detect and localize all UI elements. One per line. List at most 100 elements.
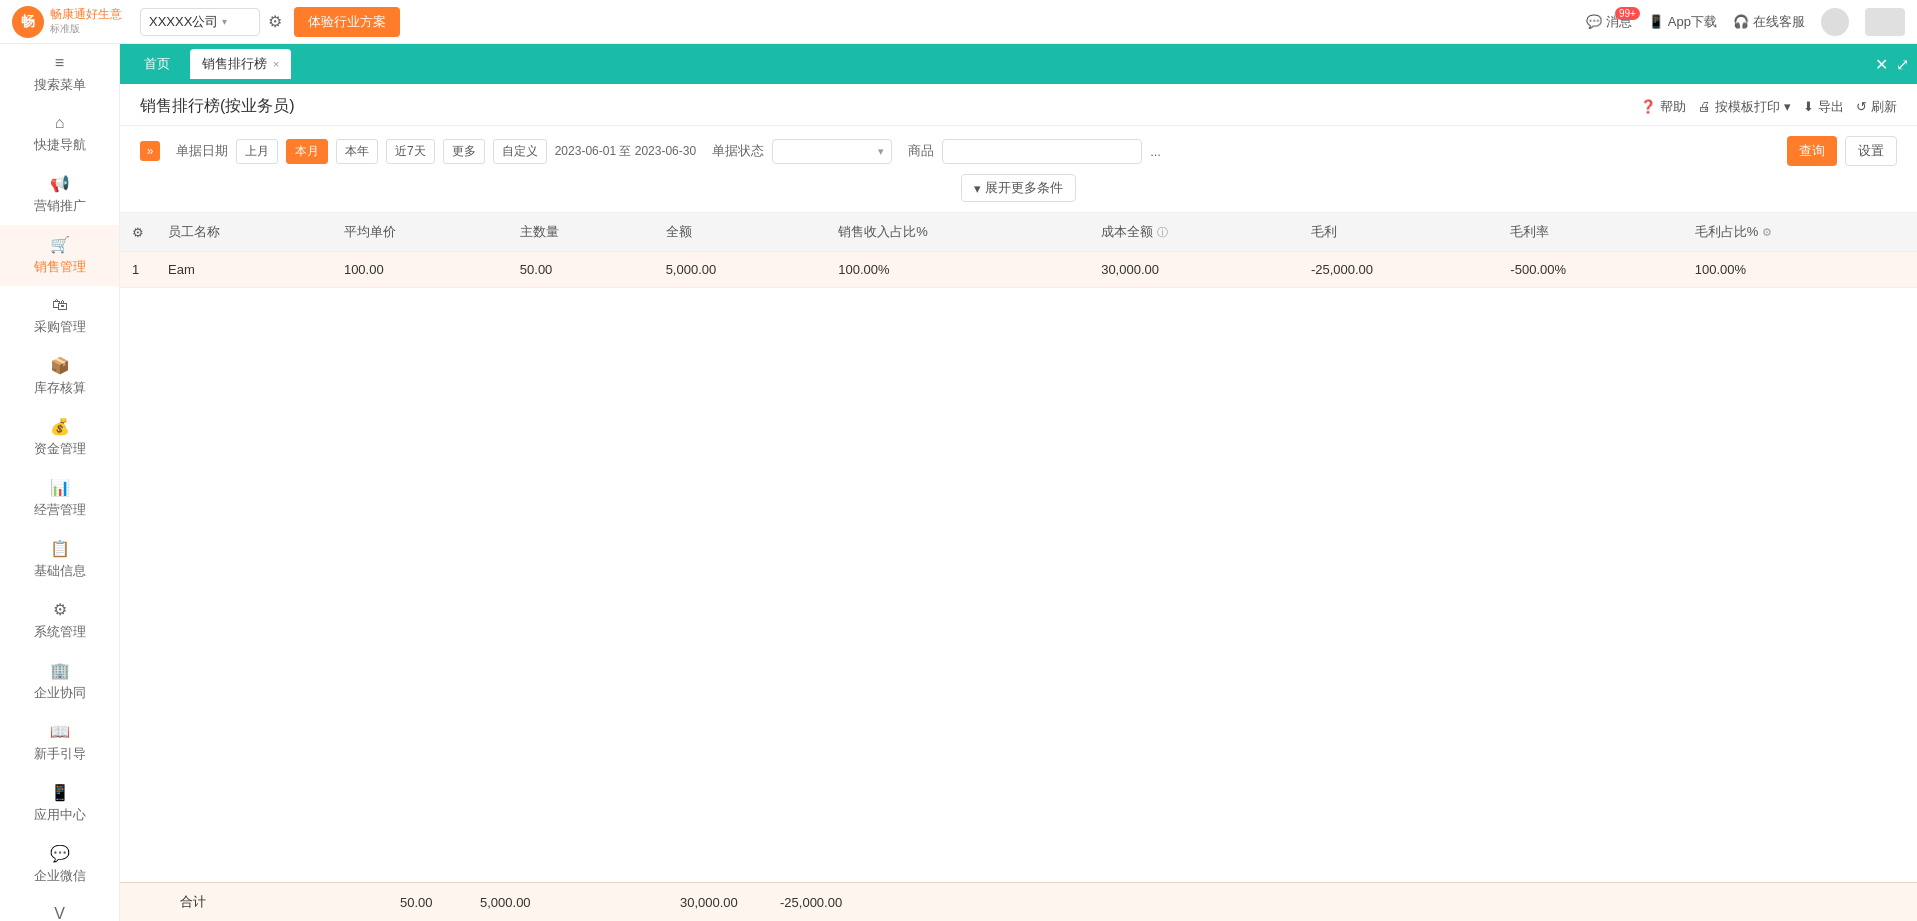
- cell-sales-pct: 100.00%: [826, 252, 1089, 288]
- filter-area: » 单据日期 上月 本月 本年 近7天 更多 自定义 2023-06-01 至 …: [120, 126, 1917, 213]
- th-profit-pct: 毛利占比% ⚙: [1683, 213, 1917, 252]
- refresh-button[interactable]: ↺ 刷新: [1856, 98, 1897, 116]
- settings-icon[interactable]: ⚙: [268, 12, 282, 31]
- tab-bar: 首页 销售排行榜 × ✕ ⤢: [120, 44, 1917, 84]
- sidebar: ≡ 搜索菜单 ⌂ 快捷导航 📢 营销推广 🛒 销售管理 🛍 采购管理 📦 库存核…: [0, 44, 120, 921]
- status-filter: 单据状态: [712, 139, 892, 164]
- query-button[interactable]: 查询: [1787, 136, 1837, 166]
- message-icon: 💬: [1586, 14, 1602, 29]
- sidebar-label-system: 系统管理: [34, 623, 86, 641]
- company-dropdown-icon: ▾: [222, 16, 227, 27]
- sidebar-item-wechat[interactable]: 💬 企业微信: [0, 834, 119, 895]
- sidebar-label-wechat: 企业微信: [34, 867, 86, 885]
- print-button[interactable]: 🖨 按模板打印 ▾: [1698, 98, 1791, 116]
- sidebar-item-shortcut[interactable]: ⌂ 快捷导航: [0, 104, 119, 164]
- help-button[interactable]: ❓ 帮助: [1640, 98, 1686, 116]
- user-name[interactable]: [1865, 8, 1905, 36]
- cell-profit: -25,000.00: [1299, 252, 1498, 288]
- cell-amount: 5,000.00: [654, 252, 827, 288]
- th-amount: 全额: [654, 213, 827, 252]
- this-year-btn[interactable]: 本年: [336, 139, 378, 164]
- sidebar-item-sales[interactable]: 🛒 销售管理: [0, 225, 119, 286]
- last-month-btn[interactable]: 上月: [236, 139, 278, 164]
- sidebar-item-purchase[interactable]: 🛍 采购管理: [0, 286, 119, 346]
- sidebar-label-finance: 资金管理: [34, 440, 86, 458]
- tab-close-icon[interactable]: ×: [273, 58, 279, 70]
- sidebar-item-finance[interactable]: 💰 资金管理: [0, 407, 119, 468]
- this-month-btn[interactable]: 本月: [286, 139, 328, 164]
- sidebar-label-enterprise: 企业协同: [34, 684, 86, 702]
- th-main-qty: 主数量: [508, 213, 654, 252]
- table-row[interactable]: 1 Eam 100.00 50.00 5,000.00 100.00% 30,0…: [120, 252, 1917, 288]
- tab-label: 销售排行榜: [202, 55, 267, 73]
- profit-pct-icon: ⚙: [1762, 226, 1772, 238]
- sidebar-item-apps[interactable]: 📱 应用中心: [0, 773, 119, 834]
- filter-collapse-btn[interactable]: »: [140, 141, 160, 161]
- cell-main-qty: 50.00: [508, 252, 654, 288]
- th-avg-price: 平均单价: [332, 213, 508, 252]
- app-download-button[interactable]: 📱 App下载: [1648, 13, 1717, 31]
- custom-btn[interactable]: 自定义: [493, 139, 547, 164]
- enterprise-icon: 🏢: [50, 661, 70, 680]
- top-right-area: 💬 消息 99+ 📱 App下载 🎧 在线客服: [1586, 8, 1905, 36]
- settings-button[interactable]: 设置: [1845, 136, 1897, 166]
- sidebar-item-inventory[interactable]: 📦 库存核算: [0, 346, 119, 407]
- tab-actions: ✕ ⤢: [1875, 55, 1909, 74]
- last7days-btn[interactable]: 近7天: [386, 139, 435, 164]
- table-container: ⚙ 员工名称 平均单价 主数量 全额 销售收入占比% 成本全额 ⓘ: [120, 213, 1917, 882]
- sidebar-item-basics[interactable]: 📋 基础信息: [0, 529, 119, 590]
- th-sales-pct: 销售收入占比%: [826, 213, 1089, 252]
- tab-fullscreen-icon[interactable]: ⤢: [1896, 55, 1909, 74]
- wechat-icon: 💬: [50, 844, 70, 863]
- sidebar-item-marketing[interactable]: 📢 营销推广: [0, 164, 119, 225]
- try-industry-button[interactable]: 体验行业方案: [294, 7, 400, 37]
- logo-sub: 标准版: [50, 22, 122, 36]
- message-button[interactable]: 💬 消息 99+: [1586, 13, 1632, 31]
- sales-icon: 🛒: [50, 235, 70, 254]
- main-content: 销售排行榜(按业务员) ❓ 帮助 🖨 按模板打印 ▾ ⬇: [120, 84, 1917, 921]
- sidebar-item-enterprise[interactable]: 🏢 企业协同: [0, 651, 119, 712]
- data-table: ⚙ 员工名称 平均单价 主数量 全额 销售收入占比% 成本全额 ⓘ: [120, 213, 1917, 288]
- sidebar-item-member[interactable]: V 畅会员: [0, 895, 119, 921]
- goods-label: 商品: [908, 142, 934, 160]
- user-avatar[interactable]: [1821, 8, 1849, 36]
- tab-close-window-icon[interactable]: ✕: [1875, 55, 1888, 74]
- export-button[interactable]: ⬇ 导出: [1803, 98, 1844, 116]
- tab-sales-ranking[interactable]: 销售排行榜 ×: [190, 49, 291, 79]
- sidebar-label-inventory: 库存核算: [34, 379, 86, 397]
- app-download-label: App下载: [1668, 13, 1717, 31]
- expand-more-btn[interactable]: ▾ 展开更多条件: [961, 174, 1076, 202]
- goods-input[interactable]: [942, 139, 1142, 164]
- goods-more[interactable]: ...: [1150, 144, 1161, 159]
- th-profit-rate: 毛利率: [1498, 213, 1682, 252]
- cost-info-icon: ⓘ: [1157, 226, 1168, 238]
- more-btn[interactable]: 更多: [443, 139, 485, 164]
- message-badge: 99+: [1615, 7, 1640, 20]
- print-icon: 🖨: [1698, 99, 1711, 114]
- member-icon: V: [54, 905, 65, 921]
- tab-home[interactable]: 首页: [128, 44, 186, 84]
- online-service-label: 在线客服: [1753, 13, 1805, 31]
- sidebar-item-operations[interactable]: 📊 经营管理: [0, 468, 119, 529]
- cell-profit-pct: 100.00%: [1683, 252, 1917, 288]
- phone-icon: 📱: [1648, 14, 1664, 29]
- sidebar-item-search[interactable]: ≡ 搜索菜单: [0, 44, 119, 104]
- expand-icon: ▾: [974, 181, 981, 196]
- help-icon: ❓: [1640, 99, 1656, 114]
- cell-index: 1: [120, 252, 156, 288]
- page-title: 销售排行榜(按业务员): [140, 96, 295, 117]
- sidebar-label-guide: 新手引导: [34, 745, 86, 763]
- finance-icon: 💰: [50, 417, 70, 436]
- logo-text: 畅康通好生意: [50, 7, 122, 23]
- sidebar-label-search: 搜索菜单: [34, 76, 86, 94]
- sidebar-item-guide[interactable]: 📖 新手引导: [0, 712, 119, 773]
- online-service-button[interactable]: 🎧 在线客服: [1733, 13, 1805, 31]
- sidebar-label-marketing: 营销推广: [34, 197, 86, 215]
- company-selector[interactable]: XXXXX公司 ▾: [140, 8, 260, 36]
- sidebar-item-system[interactable]: ⚙ 系统管理: [0, 590, 119, 651]
- status-select[interactable]: [772, 139, 892, 164]
- inventory-icon: 📦: [50, 356, 70, 375]
- cell-name: Eam: [156, 252, 332, 288]
- refresh-icon: ↺: [1856, 99, 1867, 114]
- print-dropdown-icon: ▾: [1784, 99, 1791, 114]
